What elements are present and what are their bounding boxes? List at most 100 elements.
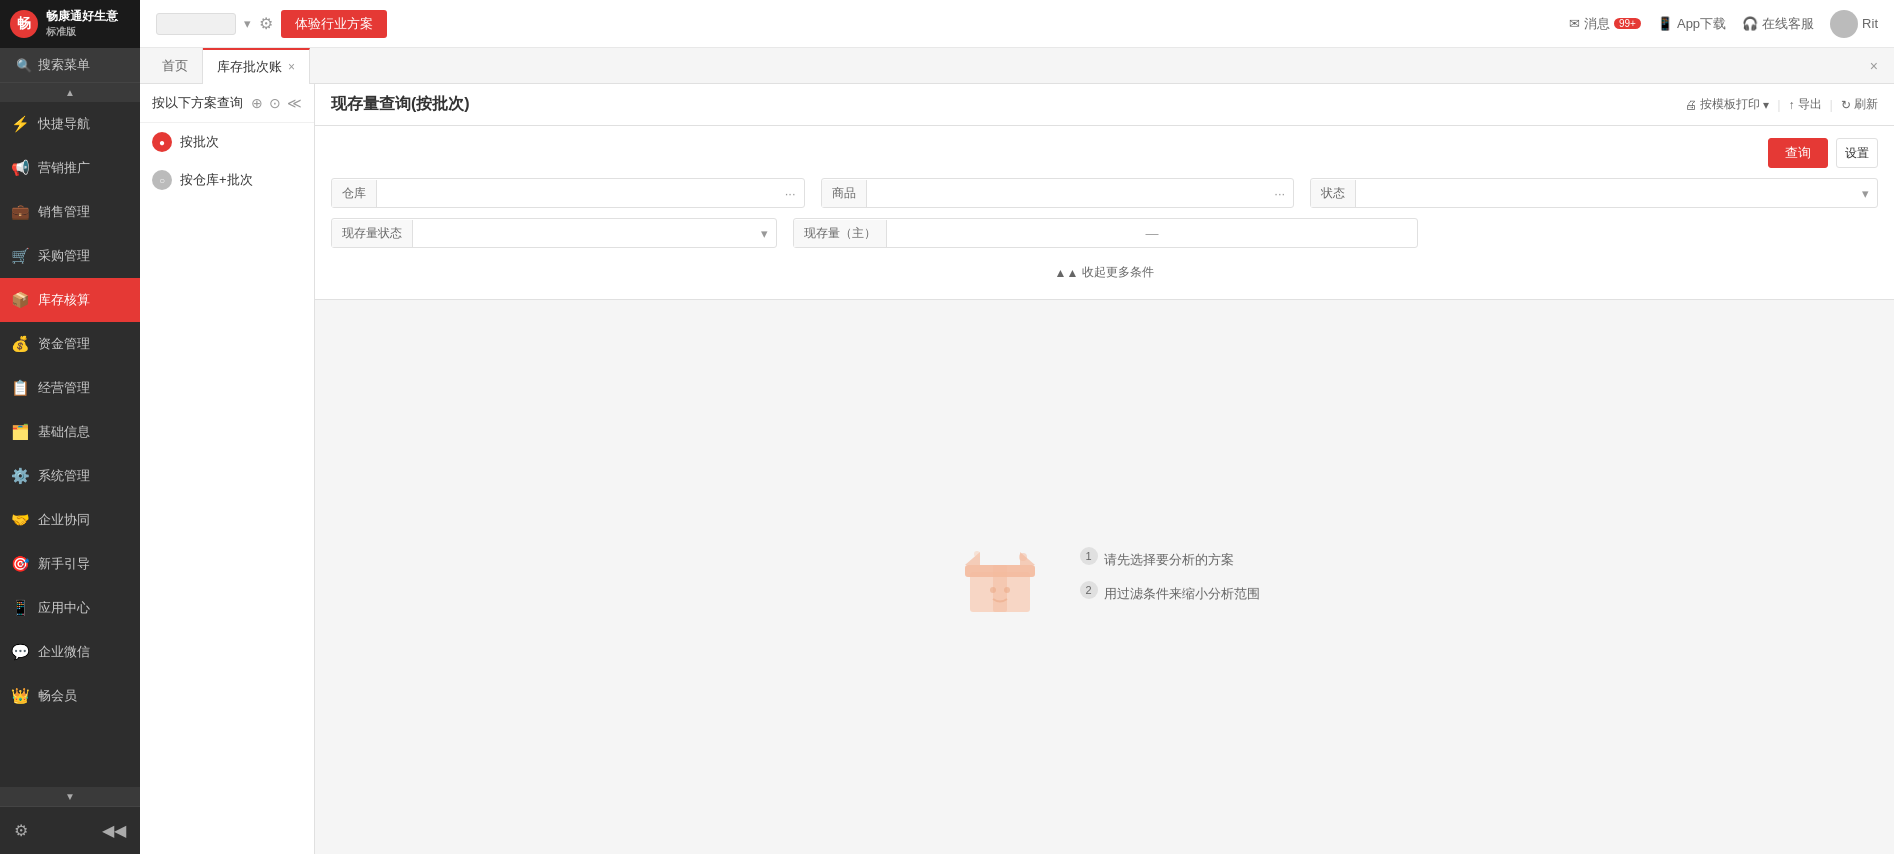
sidebar-item-members[interactable]: 👑 畅会员 (0, 674, 140, 718)
empty-text: 1 请先选择要分析的方案 2 用过滤条件来缩小分析范围 (1080, 547, 1260, 607)
search-menu[interactable]: 🔍 搜索菜单 (0, 48, 140, 83)
status-value[interactable] (1356, 188, 1854, 198)
sidebar-item-purchase[interactable]: 🛒 采购管理 (0, 234, 140, 278)
finance-icon: 💰 (10, 334, 30, 354)
step-2-number: 2 (1080, 581, 1098, 599)
sidebar-item-apps[interactable]: 📱 应用中心 (0, 586, 140, 630)
qty-from[interactable] (887, 228, 1137, 238)
marketing-icon: 📢 (10, 158, 30, 178)
dropdown-arrow-icon[interactable]: ▾ (244, 16, 251, 31)
search-menu-label: 搜索菜单 (38, 56, 90, 74)
schema-batch-label: 按批次 (180, 133, 219, 151)
print-button[interactable]: 🖨 按模板打印 ▾ (1685, 96, 1769, 113)
query-button[interactable]: 查询 (1768, 138, 1828, 168)
tab-home[interactable]: 首页 (148, 48, 203, 84)
warehouse-label: 仓库 (332, 180, 377, 207)
phone-icon: 📱 (1657, 16, 1673, 31)
product-dots[interactable]: ··· (1266, 181, 1293, 206)
svg-point-5 (1019, 553, 1027, 561)
sidebar-item-guide[interactable]: 🎯 新手引导 (0, 542, 140, 586)
sidebar-label-finance: 资金管理 (38, 335, 90, 353)
schema-item-warehouse-batch[interactable]: ○ 按仓库+批次 (140, 161, 314, 199)
settings-button-filter[interactable]: 设置 (1836, 138, 1878, 168)
sidebar-header: 畅 畅康通好生意 标准版 (0, 0, 140, 48)
sidebar-footer: ⚙ ◀◀ (0, 806, 140, 854)
wechat-icon: 💬 (10, 642, 30, 662)
sidebar-item-shortcuts[interactable]: ⚡ 快捷导航 (0, 102, 140, 146)
sidebar-item-finance[interactable]: 💰 资金管理 (0, 322, 140, 366)
status-dropdown-icon[interactable]: ▾ (1854, 181, 1877, 206)
close-all-tabs-button[interactable]: × (1862, 54, 1886, 78)
collapse-up-icon: ▲▲ (1055, 266, 1079, 280)
right-panel: 现存量查询(按批次) 🖨 按模板打印 ▾ | ↑ 导出 | ↻ (315, 84, 1894, 854)
empty-box-svg (955, 532, 1045, 622)
settings-gear-icon[interactable]: ⚙ (259, 14, 273, 33)
members-icon: 👑 (10, 686, 30, 706)
sidebar-item-wechat[interactable]: 💬 企业微信 (0, 630, 140, 674)
inventory-icon: 📦 (10, 290, 30, 310)
empty-step-1: 1 请先选择要分析的方案 (1080, 547, 1260, 573)
sidebar-collapse-button[interactable]: ◀◀ (98, 817, 130, 844)
tab-inventory-batch[interactable]: 库存批次账 × (203, 48, 310, 84)
status-filter: 状态 ▾ (1310, 178, 1878, 208)
schema-item-batch[interactable]: ● 按批次 (140, 123, 314, 161)
collapse-label: 收起更多条件 (1082, 264, 1154, 281)
collapse-more-conditions[interactable]: ▲▲ 收起更多条件 (331, 258, 1878, 287)
export-button[interactable]: ↑ 导出 (1789, 96, 1822, 113)
warehouse-dots[interactable]: ··· (777, 181, 804, 206)
empty-state: 1 请先选择要分析的方案 2 用过滤条件来缩小分析范围 (315, 300, 1894, 854)
sidebar-item-sales[interactable]: 💼 销售管理 (0, 190, 140, 234)
empty-illustration (950, 527, 1050, 627)
topbar: ▾ ⚙ 体验行业方案 ✉ 消息 99+ 📱 App下载 🎧 在线客服 Rit (140, 0, 1894, 48)
warehouse-value[interactable] (377, 188, 777, 198)
sidebar-label-inventory: 库存核算 (38, 291, 90, 309)
sidebar-scroll-up[interactable]: ▲ (0, 83, 140, 102)
system-icon: ⚙️ (10, 466, 30, 486)
shortcuts-icon: ⚡ (10, 114, 30, 134)
product-value[interactable] (867, 188, 1267, 198)
enterprise-icon: 🤝 (10, 510, 30, 530)
sidebar-scroll-down[interactable]: ▼ (0, 787, 140, 806)
inventory-status-arrow-icon[interactable]: ▾ (753, 221, 776, 246)
app-download-button[interactable]: 📱 App下载 (1657, 15, 1726, 33)
collapse-panel-icon[interactable]: ≪ (287, 95, 302, 111)
schema-inactive-dot: ○ (152, 170, 172, 190)
warehouse-filter: 仓库 ··· (331, 178, 805, 208)
trial-button[interactable]: 体验行业方案 (281, 10, 387, 38)
sidebar-item-marketing[interactable]: 📢 营销推广 (0, 146, 140, 190)
settings-button[interactable]: ⚙ (10, 817, 32, 844)
sales-icon: 💼 (10, 202, 30, 222)
sidebar-label-sales: 销售管理 (38, 203, 90, 221)
sidebar: 畅 畅康通好生意 标准版 🔍 搜索菜单 ▲ ⚡ 快捷导航 📢 营销推广 💼 销售… (0, 0, 140, 854)
inventory-status-filter: 现存量状态 ▾ (331, 218, 777, 248)
print-icon: 🖨 (1685, 98, 1697, 112)
breadcrumb-input[interactable] (156, 13, 236, 35)
inventory-status-value[interactable] (413, 228, 753, 238)
step-1-number: 1 (1080, 547, 1098, 565)
sidebar-item-enterprise[interactable]: 🤝 企业协同 (0, 498, 140, 542)
add-schema-button[interactable]: ⊕ (251, 95, 263, 111)
app-download-label: App下载 (1677, 15, 1726, 33)
schema-settings-icon[interactable]: ⊙ (269, 95, 281, 111)
company-name: 畅康通好生意 (46, 9, 118, 25)
tab-close-icon[interactable]: × (288, 60, 295, 74)
sidebar-label-wechat: 企业微信 (38, 643, 90, 661)
online-service-button[interactable]: 🎧 在线客服 (1742, 15, 1814, 33)
sidebar-item-system[interactable]: ⚙️ 系统管理 (0, 454, 140, 498)
schema-warehouse-batch-label: 按仓库+批次 (180, 171, 253, 189)
print-dropdown-icon[interactable]: ▾ (1763, 98, 1769, 112)
sidebar-item-operations[interactable]: 📋 经营管理 (0, 366, 140, 410)
sidebar-item-basic[interactable]: 🗂️ 基础信息 (0, 410, 140, 454)
sidebar-label-guide: 新手引导 (38, 555, 90, 573)
sidebar-item-inventory[interactable]: 📦 库存核算 (0, 278, 140, 322)
avatar (1830, 10, 1858, 38)
refresh-button[interactable]: ↻ 刷新 (1841, 96, 1878, 113)
user-profile-button[interactable]: Rit (1830, 10, 1878, 38)
qty-to[interactable] (1167, 228, 1417, 238)
app-logo: 畅 (10, 10, 38, 38)
search-icon: 🔍 (16, 58, 32, 73)
sidebar-label-operations: 经营管理 (38, 379, 90, 397)
app-edition: 标准版 (46, 25, 118, 39)
messages-button[interactable]: ✉ 消息 99+ (1569, 15, 1641, 33)
page-title: 现存量查询(按批次) (331, 94, 470, 115)
